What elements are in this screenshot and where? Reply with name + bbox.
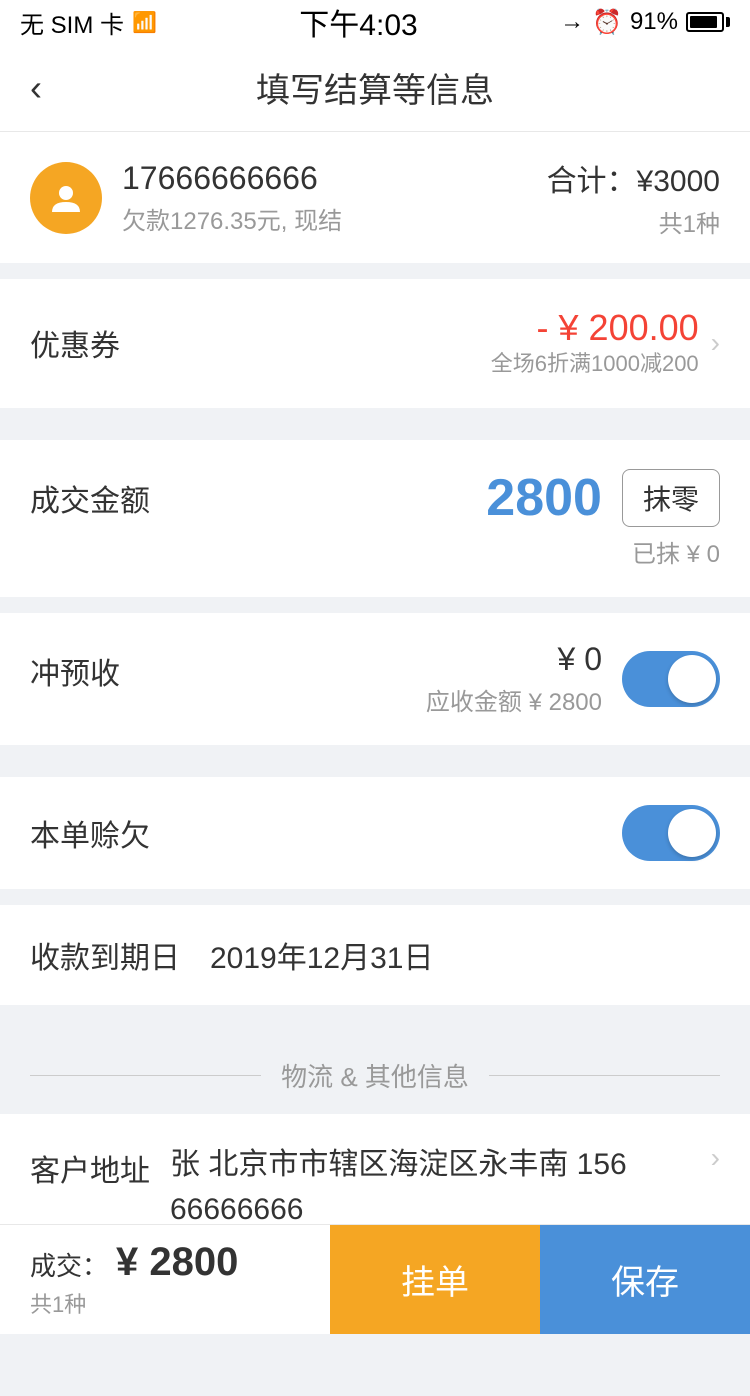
customer-sub-text: 欠款1276.35元, 现结 (122, 201, 342, 236)
customer-left: 17666666666 欠款1276.35元, 现结 (30, 160, 342, 236)
bottom-deal-label: 成交： (30, 1246, 108, 1283)
address-chevron-icon: › (711, 1142, 720, 1174)
debt-toggle-thumb (668, 809, 716, 857)
separator-2 (0, 761, 750, 777)
bottom-bar: 成交： ¥ 2800 共1种 挂单 保存 (0, 1224, 750, 1334)
customer-total: 合计：¥3000 共1种 (547, 156, 720, 239)
customer-details: 17666666666 欠款1276.35元, 现结 (122, 160, 342, 236)
coupon-row[interactable]: 优惠券 - ¥ 200.00 全场6折满1000减200 › (0, 279, 750, 408)
amount-value: 2800 (486, 468, 602, 528)
prepay-section: 冲预收 ¥ 0 应收金额 ¥ 2800 (0, 613, 750, 745)
address-content: 张 北京市市辖区海淀区永丰南 156 66666666 (170, 1142, 691, 1232)
wifi-icon: 📶 (132, 10, 157, 35)
divider-line-left (30, 1075, 261, 1076)
location-icon: → (560, 8, 584, 36)
bottom-buttons: 挂单 保存 (330, 1225, 750, 1334)
toggle-thumb (668, 655, 716, 703)
status-bar: 无 SIM 卡 📶 下午4:03 → ⏰ 91% (0, 0, 750, 44)
coupon-chevron-icon: › (711, 327, 720, 359)
pending-button[interactable]: 挂单 (330, 1225, 540, 1334)
separator-1 (0, 424, 750, 440)
coupon-label: 优惠券 (30, 321, 120, 365)
debt-label: 本单赊欠 (30, 811, 150, 855)
status-time: 下午4:03 (299, 0, 417, 44)
avatar (30, 162, 102, 234)
prepay-amount: ¥ 0 (426, 641, 602, 678)
total-amount: 合计：¥3000 (547, 156, 720, 200)
prepay-receivable: 应收金额 ¥ 2800 (426, 682, 602, 717)
prepay-right: ¥ 0 应收金额 ¥ 2800 (426, 641, 720, 717)
alarm-icon: ⏰ (592, 8, 622, 37)
status-right: → ⏰ 91% (560, 8, 730, 37)
customer-phone: 17666666666 (122, 160, 342, 197)
bottom-deal-count: 共1种 (30, 1287, 300, 1319)
status-left: 无 SIM 卡 📶 (20, 5, 157, 40)
bottom-info: 成交： ¥ 2800 共1种 (0, 1240, 330, 1319)
duedate-section: 收款到期日 2019年12月31日 (0, 905, 750, 1005)
logistics-divider-text: 物流 & 其他信息 (281, 1057, 469, 1094)
deal-amount-section: 成交金额 2800 抹零 已抹 ¥ 0 (0, 440, 750, 597)
amount-label: 成交金额 (30, 476, 150, 520)
amount-sub-text: 已抹 ¥ 0 (30, 534, 720, 569)
battery-icon (686, 12, 730, 32)
prepay-label: 冲预收 (30, 641, 120, 693)
separator-3 (0, 1021, 750, 1037)
debt-toggle[interactable] (622, 805, 720, 861)
round-button[interactable]: 抹零 (622, 469, 720, 527)
amount-right: 2800 抹零 (486, 468, 720, 528)
coupon-amount: - ¥ 200.00 (491, 307, 699, 349)
bottom-deal-amount: ¥ 2800 (116, 1240, 238, 1285)
prepay-toggle[interactable] (622, 651, 720, 707)
address-label: 客户地址 (30, 1142, 150, 1190)
debt-section: 本单赊欠 (0, 777, 750, 889)
battery-percent: 91% (630, 8, 678, 36)
customer-info-row: 17666666666 欠款1276.35元, 现结 合计：¥3000 共1种 (0, 132, 750, 263)
carrier-text: 无 SIM 卡 (20, 5, 124, 40)
back-button[interactable]: ‹ (30, 67, 62, 109)
coupon-right: - ¥ 200.00 全场6折满1000减200 › (491, 307, 720, 380)
bottom-deal: 成交： ¥ 2800 (30, 1240, 300, 1285)
divider-line-right (489, 1075, 720, 1076)
save-button[interactable]: 保存 (540, 1225, 750, 1334)
main-content: 17666666666 欠款1276.35元, 现结 合计：¥3000 共1种 … (0, 132, 750, 1396)
prepay-row: 冲预收 ¥ 0 应收金额 ¥ 2800 (30, 641, 720, 717)
page-title: 填写结算等信息 (256, 63, 494, 112)
amount-row: 成交金额 2800 抹零 (30, 468, 720, 528)
prepay-values: ¥ 0 应收金额 ¥ 2800 (426, 641, 602, 717)
logistics-divider: 物流 & 其他信息 (0, 1037, 750, 1114)
nav-bar: ‹ 填写结算等信息 (0, 44, 750, 132)
total-count: 共1种 (547, 204, 720, 239)
duedate-label: 收款到期日 (30, 933, 180, 977)
coupon-desc: 全场6折满1000减200 (491, 349, 699, 380)
duedate-value: 2019年12月31日 (210, 933, 433, 977)
